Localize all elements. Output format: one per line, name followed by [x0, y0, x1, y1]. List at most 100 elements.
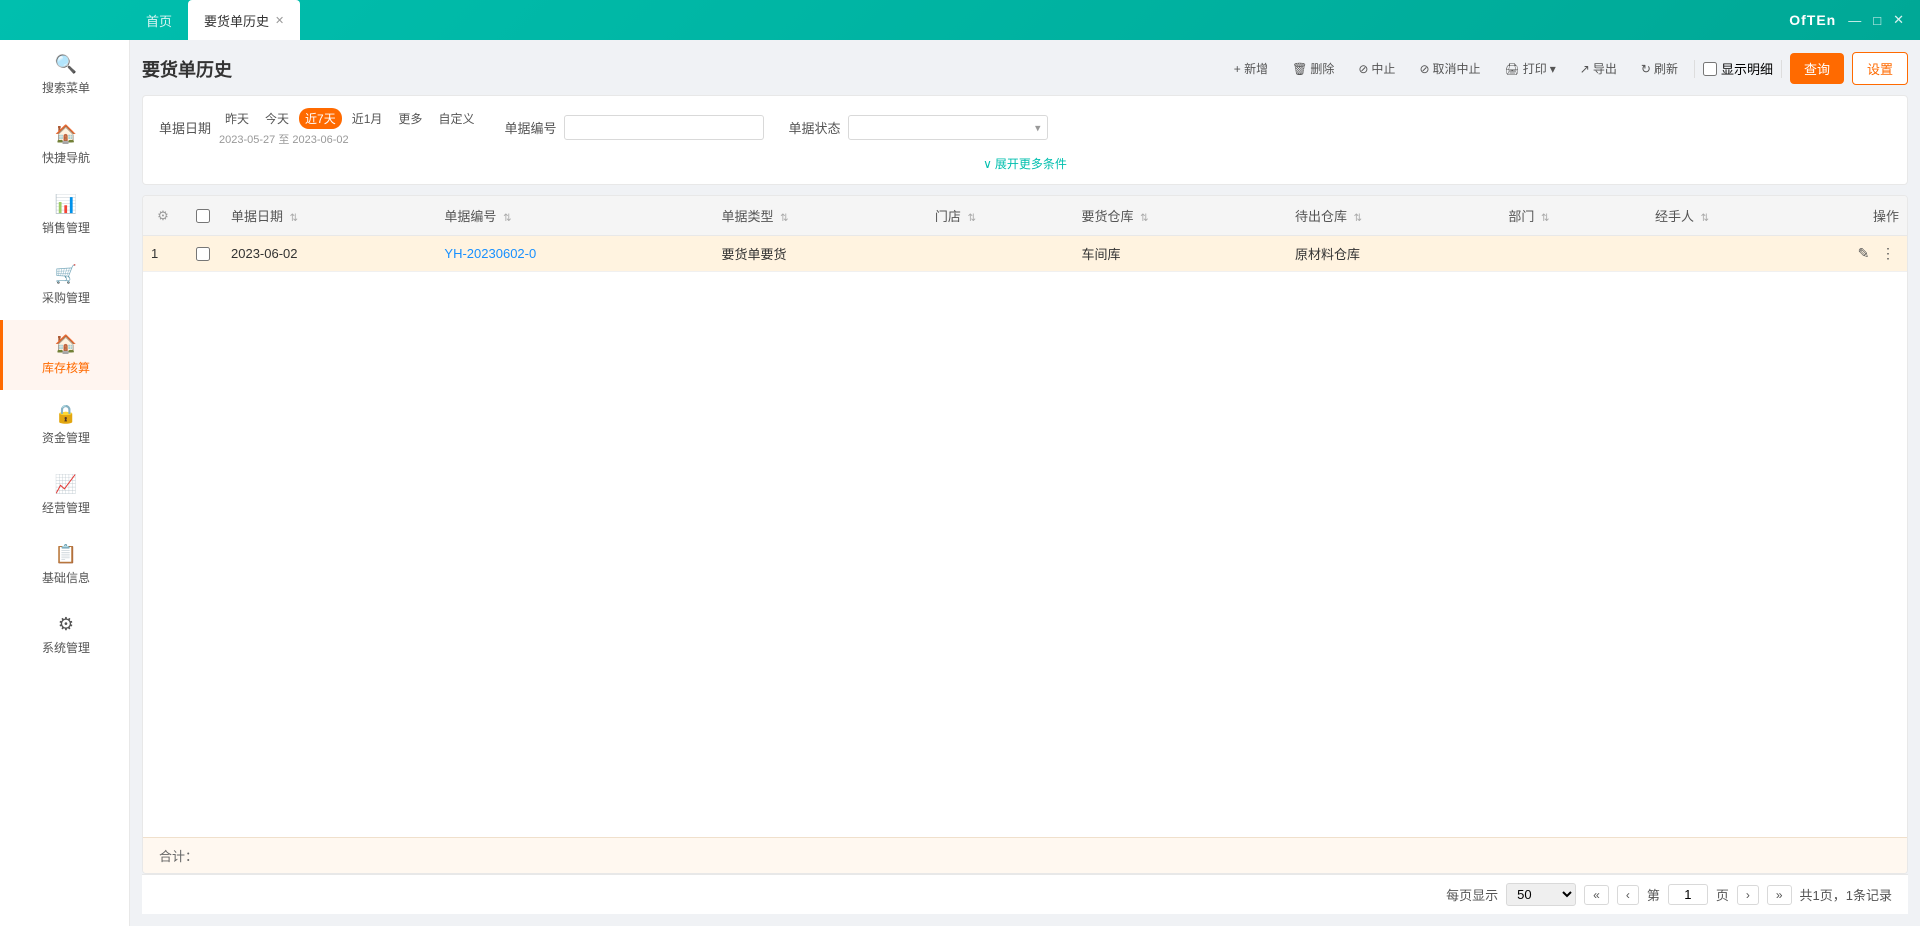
date-btn-more[interactable]: 更多 — [392, 108, 428, 129]
date-btn-yesterday[interactable]: 昨天 — [219, 108, 255, 129]
sidebar-item-label: 采购管理 — [42, 289, 90, 306]
sort-icon-doc-type: ⇅ — [780, 213, 788, 224]
col-doc-type: 单据类型 ⇅ — [714, 196, 927, 236]
sidebar-item-label: 库存核算 — [42, 359, 90, 376]
total-info: 共1页，1条记录 — [1800, 885, 1892, 904]
cell-ops: ✎ ⋮ — [1827, 236, 1907, 272]
tab-close-icon[interactable]: ✕ — [275, 14, 284, 27]
stop-button[interactable]: ⊘ 中止 — [1350, 56, 1403, 81]
tab-requisition-history[interactable]: 要货单历史 ✕ — [188, 0, 300, 40]
date-btn-1month[interactable]: 近1月 — [346, 108, 389, 129]
gear-icon: ⚙ — [58, 614, 74, 635]
search-icon: 🔍 — [55, 54, 77, 75]
sidebar-item-finance-mgmt[interactable]: 🔒 资金管理 — [0, 390, 129, 460]
page-header: 要货单历史 + 新增 🗑 删除 ⊘ 中止 ⊘ 取消中止 🖨 打印 — [142, 52, 1908, 85]
summary-label: 合计： — [159, 846, 198, 865]
col-pending-warehouse: 待出仓库 ⇅ — [1287, 196, 1500, 236]
expand-more-row: ∨ 展开更多条件 — [159, 155, 1891, 172]
close-icon[interactable]: ✕ — [1893, 12, 1904, 28]
print-icon: 🖨 — [1505, 62, 1520, 76]
display-detail-checkbox[interactable] — [1703, 62, 1717, 76]
sidebar-item-quick-nav[interactable]: 🏠 快捷导航 — [0, 110, 129, 180]
date-btn-custom[interactable]: 自定义 — [432, 108, 480, 129]
delete-icon: 🗑 — [1292, 62, 1307, 76]
first-page-button[interactable]: « — [1584, 885, 1609, 905]
sidebar-item-sales-mgmt[interactable]: 📊 销售管理 — [0, 180, 129, 250]
doc-number-label: 单据编号 — [504, 118, 556, 137]
sidebar-item-label: 系统管理 — [42, 639, 90, 656]
table-row: 1 2023-06-02 YH-20230602-0 要货单要货 车间库 原材料… — [143, 236, 1907, 272]
minimize-icon[interactable]: — — [1848, 13, 1861, 28]
col-req-warehouse: 要货仓库 ⇅ — [1074, 196, 1287, 236]
next-page-button[interactable]: › — [1737, 885, 1759, 905]
doc-status-label: 单据状态 — [788, 118, 840, 137]
select-all-checkbox[interactable] — [196, 209, 210, 223]
query-button[interactable]: 查询 — [1790, 53, 1844, 84]
info-icon: 📋 — [55, 544, 77, 565]
sidebar-item-inventory-calc[interactable]: 🏠 库存核算 — [0, 320, 129, 390]
pagination-bar: 每页显示 20 50 100 200 « ‹ 第 页 › » 共1页，1条记录 — [142, 874, 1908, 914]
doc-no-link[interactable]: YH-20230602-0 — [444, 246, 536, 261]
col-department: 部门 ⇅ — [1500, 196, 1647, 236]
print-button[interactable]: 🖨 打印 ▾ — [1497, 56, 1564, 81]
more-icon[interactable]: ⋮ — [1877, 243, 1899, 263]
sidebar-item-purchase-mgmt[interactable]: 🛒 采购管理 — [0, 250, 129, 320]
sidebar-item-label: 搜索菜单 — [42, 79, 90, 96]
date-btn-today[interactable]: 今天 — [259, 108, 295, 129]
col-doc-no: 单据编号 ⇅ — [436, 196, 713, 236]
col-date: 单据日期 ⇅ — [223, 196, 436, 236]
filter-group-doc-number: 单据编号 — [504, 115, 764, 140]
cell-department — [1500, 236, 1647, 272]
main-layout: 🔍 搜索菜单 🏠 快捷导航 📊 销售管理 🛒 采购管理 🏠 库存核算 🔒 资金管… — [0, 40, 1920, 926]
sidebar-item-search-menu[interactable]: 🔍 搜索菜单 — [0, 40, 129, 110]
sort-icon-store: ⇅ — [968, 213, 976, 224]
cancel-stop-icon: ⊘ — [1419, 62, 1429, 76]
page-label: 第 — [1647, 885, 1660, 904]
page-title: 要货单历史 — [142, 56, 1226, 82]
table-body: 1 2023-06-02 YH-20230602-0 要货单要货 车间库 原材料… — [143, 236, 1907, 272]
doc-number-input[interactable] — [564, 115, 764, 140]
brand-text: OfTEn — [1789, 12, 1836, 28]
col-settings: ⚙ — [143, 196, 183, 236]
per-page-label: 每页显示 — [1446, 885, 1498, 904]
col-ops: 操作 — [1827, 196, 1907, 236]
expand-more-button[interactable]: ∨ 展开更多条件 — [983, 155, 1067, 172]
date-btn-7days[interactable]: 近7天 — [299, 108, 342, 129]
sort-icon-req-warehouse: ⇅ — [1140, 213, 1148, 224]
col-store: 门店 ⇅ — [927, 196, 1074, 236]
sidebar-item-label: 销售管理 — [42, 219, 90, 236]
chart-icon: 📊 — [55, 194, 77, 215]
cancel-stop-button[interactable]: ⊘ 取消中止 — [1411, 56, 1488, 81]
page-number-input[interactable] — [1668, 884, 1708, 905]
prev-page-button[interactable]: ‹ — [1617, 885, 1639, 905]
sidebar-item-label: 快捷导航 — [42, 149, 90, 166]
cell-num: 1 — [143, 236, 183, 272]
tab-home[interactable]: 首页 — [130, 0, 188, 40]
sidebar-item-sys-mgmt[interactable]: ⚙ 系统管理 — [0, 600, 129, 670]
table-settings-icon[interactable]: ⚙ — [157, 208, 169, 224]
edit-icon[interactable]: ✎ — [1854, 243, 1874, 263]
inventory-icon: 🏠 — [55, 334, 77, 355]
maximize-icon[interactable]: □ — [1873, 13, 1881, 28]
doc-status-select[interactable] — [848, 115, 1048, 140]
delete-button[interactable]: 🗑 删除 — [1284, 56, 1342, 81]
new-button[interactable]: + 新增 — [1226, 56, 1276, 81]
refresh-button[interactable]: ↻ 刷新 — [1633, 56, 1686, 81]
sidebar-item-basic-info[interactable]: 📋 基础信息 — [0, 530, 129, 600]
sidebar-item-ops-mgmt[interactable]: 📈 经营管理 — [0, 460, 129, 530]
per-page-select[interactable]: 20 50 100 200 — [1506, 883, 1576, 906]
content-area: 要货单历史 + 新增 🗑 删除 ⊘ 中止 ⊘ 取消中止 🖨 打印 — [130, 40, 1920, 926]
sort-icon-date: ⇅ — [290, 213, 298, 224]
last-page-button[interactable]: » — [1767, 885, 1792, 905]
ops-icon: 📈 — [55, 474, 77, 495]
lock-icon: 🔒 — [55, 404, 77, 425]
display-detail-checkbox-label[interactable]: 显示明细 — [1703, 59, 1773, 78]
chevron-down-icon: ∨ — [983, 157, 992, 171]
row-checkbox[interactable] — [196, 247, 210, 261]
home-icon: 🏠 — [55, 124, 77, 145]
sidebar-item-label: 经营管理 — [42, 499, 90, 516]
export-button[interactable]: ↗ 导出 — [1572, 56, 1625, 81]
cell-handler — [1647, 236, 1827, 272]
filter-group-doc-status: 单据状态 — [788, 115, 1048, 140]
settings-button[interactable]: 设置 — [1852, 52, 1908, 85]
